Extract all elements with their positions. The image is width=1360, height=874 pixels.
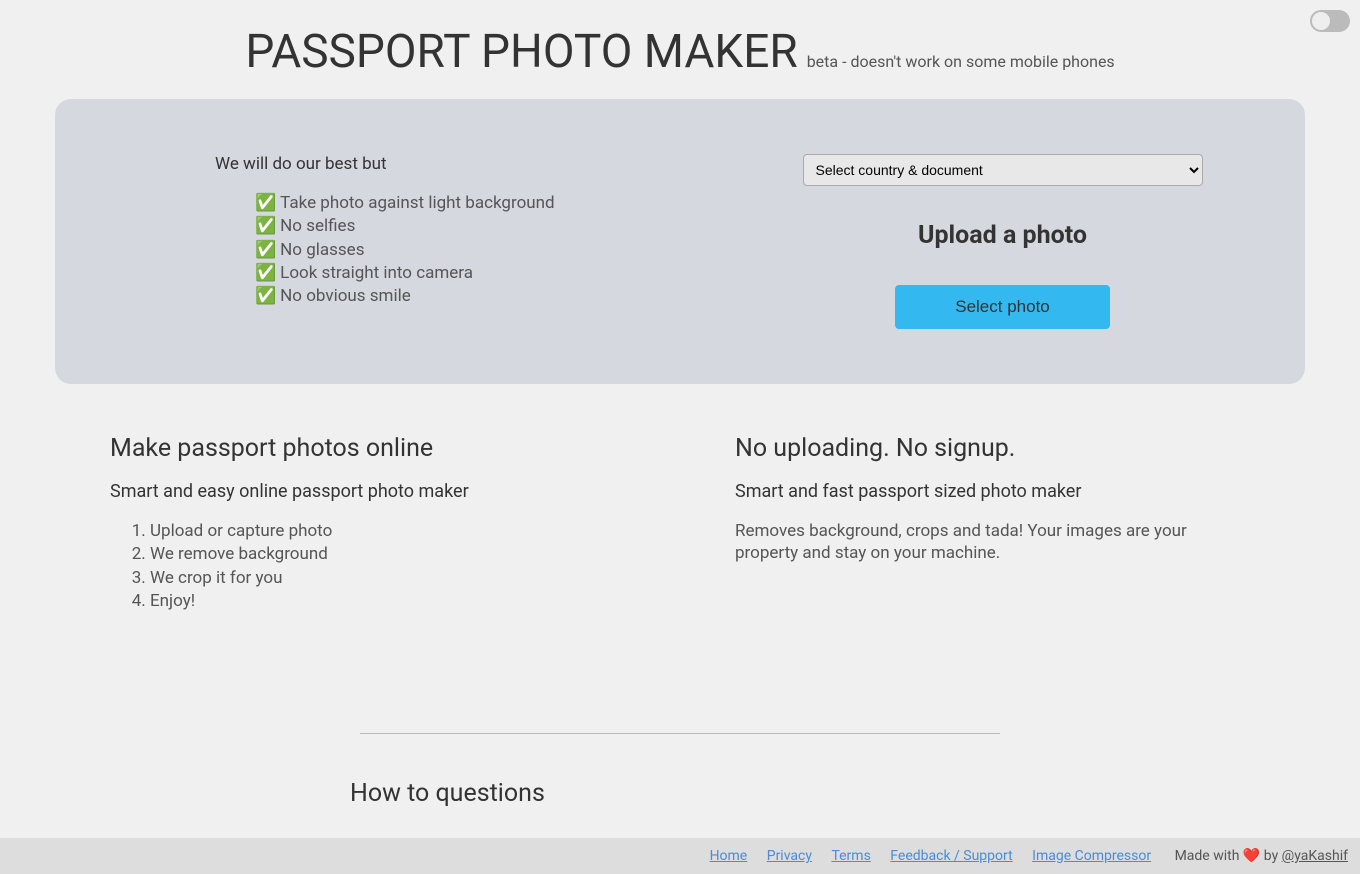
check-icon: ✅ [255, 193, 276, 213]
section-heading: Make passport photos online [110, 434, 625, 463]
step-item: We crop it for you [150, 567, 625, 590]
section-subheading: Smart and easy online passport photo mak… [110, 481, 625, 502]
divider [360, 733, 1000, 734]
select-photo-button[interactable]: Select photo [895, 285, 1110, 329]
country-document-select[interactable]: Select country & document [803, 154, 1203, 186]
tip-item: ✅Take photo against light background [255, 192, 740, 215]
check-icon: ✅ [255, 263, 276, 283]
steps-list: Upload or capture photo We remove backgr… [110, 520, 625, 613]
tip-text: No selfies [280, 216, 355, 236]
footer-link-compressor[interactable]: Image Compressor [1032, 848, 1151, 864]
instructions-intro: We will do our best but [215, 154, 740, 174]
footer-link-privacy[interactable]: Privacy [767, 848, 812, 864]
tip-item: ✅No obvious smile [255, 285, 740, 308]
page-title: PASSPORT PHOTO MAKER [245, 25, 797, 79]
footer-author-link[interactable]: @yaKashif [1282, 848, 1348, 864]
info-row: Make passport photos online Smart and ea… [55, 434, 1305, 613]
instructions-panel: We will do our best but ✅Take photo agai… [95, 154, 740, 329]
credit-prefix: Made with ❤️ by [1175, 848, 1282, 864]
check-icon: ✅ [255, 216, 276, 236]
footer-credit: Made with ❤️ by @yaKashif [1175, 848, 1348, 864]
check-icon: ✅ [255, 286, 276, 306]
tip-text: Look straight into camera [280, 263, 473, 283]
tip-item: ✅No glasses [255, 239, 740, 262]
upload-card: We will do our best but ✅Take photo agai… [55, 99, 1305, 384]
footer-link-feedback[interactable]: Feedback / Support [890, 848, 1012, 864]
step-item: Upload or capture photo [150, 520, 625, 543]
section-heading: No uploading. No signup. [735, 434, 1250, 463]
step-item: Enjoy! [150, 590, 625, 613]
tip-item: ✅Look straight into camera [255, 262, 740, 285]
section-paragraph: Removes background, crops and tada! Your… [735, 520, 1250, 564]
check-icon: ✅ [255, 240, 276, 260]
tip-text: Take photo against light background [280, 193, 554, 213]
footer-link-home[interactable]: Home [710, 848, 748, 864]
faq-heading: How to questions [350, 779, 1030, 808]
info-column-right: No uploading. No signup. Smart and fast … [680, 434, 1305, 613]
tip-item: ✅No selfies [255, 215, 740, 238]
step-item: We remove background [150, 543, 625, 566]
page-subtitle: beta - doesn't work on some mobile phone… [807, 52, 1115, 71]
page-header: PASSPORT PHOTO MAKER beta - doesn't work… [0, 0, 1360, 99]
tips-list: ✅Take photo against light background ✅No… [215, 192, 740, 308]
info-column-left: Make passport photos online Smart and ea… [55, 434, 680, 613]
dark-mode-toggle[interactable] [1310, 10, 1350, 32]
footer-link-terms[interactable]: Terms [831, 848, 870, 864]
section-subheading: Smart and fast passport sized photo make… [735, 481, 1250, 502]
upload-heading: Upload a photo [918, 221, 1087, 250]
upload-panel: Select country & document Upload a photo… [740, 154, 1265, 329]
page-footer: Home Privacy Terms Feedback / Support Im… [0, 838, 1360, 874]
tip-text: No obvious smile [280, 286, 411, 306]
tip-text: No glasses [280, 240, 364, 260]
